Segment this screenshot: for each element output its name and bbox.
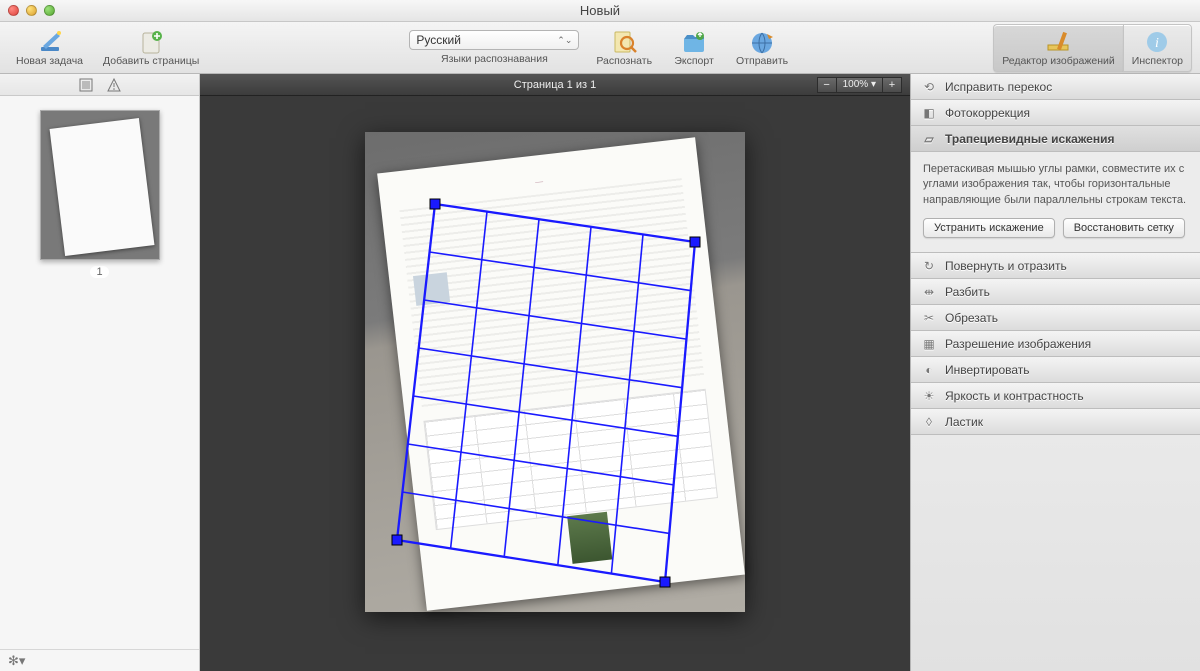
globe-send-icon xyxy=(749,29,775,55)
language-select[interactable]: Русский ⌃⌄ xyxy=(409,30,579,50)
gear-icon[interactable]: ✻▾ xyxy=(8,653,25,669)
language-selected: Русский xyxy=(416,33,461,47)
tool-resolution[interactable]: ▦ Разрешение изображения xyxy=(911,331,1200,357)
export-button[interactable]: Экспорт xyxy=(664,24,724,72)
ruler-pencil-icon xyxy=(1045,29,1071,55)
thumbnail-list: 1 xyxy=(0,96,199,649)
thumbnails-tab[interactable] xyxy=(78,77,94,93)
zoom-value[interactable]: 100% ▾ xyxy=(837,77,882,93)
trapezoid-panel-body: Перетаскивая мышью углы рамки, совместит… xyxy=(911,152,1200,253)
send-button[interactable]: Отправить xyxy=(728,24,796,72)
add-pages-label: Добавить страницы xyxy=(103,55,199,67)
image-viewer: Страница 1 из 1 − 100% ▾ + — xyxy=(200,74,910,671)
add-pages-button[interactable]: Добавить страницы xyxy=(95,24,207,72)
new-task-label: Новая задача xyxy=(16,55,83,67)
export-label: Экспорт xyxy=(674,55,713,67)
warnings-tab[interactable] xyxy=(106,77,122,93)
trapezoid-help-text: Перетаскивая мышью углы рамки, совместит… xyxy=(923,162,1188,208)
recognize-label: Распознать xyxy=(596,55,652,67)
inspector-toggle[interactable]: i Инспектор xyxy=(1123,24,1192,72)
folder-export-icon xyxy=(681,29,707,55)
tool-crop[interactable]: ✂ Обрезать xyxy=(911,305,1200,331)
language-group: Русский ⌃⌄ Языки распознавания xyxy=(404,30,584,65)
deskew-icon: ⟲ xyxy=(921,79,937,95)
eraser-icon: ◊ xyxy=(921,414,937,430)
brightness-icon: ☀ xyxy=(921,388,937,404)
main-area: 1 ✻▾ Страница 1 из 1 − 100% ▾ + — xyxy=(0,74,1200,671)
tool-eraser[interactable]: ◊ Ластик xyxy=(911,409,1200,435)
image-editor-toggle[interactable]: Редактор изображений xyxy=(993,24,1123,72)
window-titlebar: Новый xyxy=(0,0,1200,22)
svg-text:i: i xyxy=(1155,36,1159,51)
window-title: Новый xyxy=(0,3,1200,18)
canvas-area[interactable]: — xyxy=(200,96,910,671)
tool-invert[interactable]: ◐ Инвертировать xyxy=(911,357,1200,383)
chevron-updown-icon: ⌃⌄ xyxy=(557,35,572,46)
page-indicator: Страница 1 из 1 xyxy=(514,79,596,91)
tool-brightness-contrast[interactable]: ☀ Яркость и контрастность xyxy=(911,383,1200,409)
reset-grid-button[interactable]: Восстановить сетку xyxy=(1063,218,1185,238)
editor-tools-panel: ⟲ Исправить перекос ◧ Фотокоррекция ▱ Тр… xyxy=(910,74,1200,671)
main-toolbar: Новая задача Добавить страницы Русский ⌃… xyxy=(0,22,1200,74)
magnifier-page-icon xyxy=(611,29,637,55)
language-label: Языки распознавания xyxy=(441,53,548,65)
sidebar-view-tabs xyxy=(0,74,199,96)
image-editor-label: Редактор изображений xyxy=(1002,55,1115,67)
sidebar-footer: ✻▾ xyxy=(0,649,199,671)
info-icon: i xyxy=(1144,29,1170,55)
tool-rotate-flip[interactable]: ↻ Повернуть и отразить xyxy=(911,253,1200,279)
split-icon: ⇹ xyxy=(921,284,937,300)
zoom-out-button[interactable]: − xyxy=(817,77,837,93)
right-mode-segment: Редактор изображений i Инспектор xyxy=(993,24,1192,72)
panel-empty-area xyxy=(911,435,1200,671)
crop-icon: ✂ xyxy=(921,310,937,326)
page-thumbnail[interactable] xyxy=(40,110,160,260)
viewer-header: Страница 1 из 1 − 100% ▾ + xyxy=(200,74,910,96)
zoom-in-button[interactable]: + xyxy=(882,77,902,93)
add-page-icon xyxy=(138,29,164,55)
tool-trapezoid[interactable]: ▱ Трапециевидные искажения xyxy=(911,126,1200,152)
camera-icon: ◧ xyxy=(921,105,937,121)
trapezoid-icon: ▱ xyxy=(921,131,937,147)
thumbnail-number: 1 xyxy=(90,266,108,278)
page-preview: — xyxy=(365,132,745,612)
wand-icon xyxy=(37,29,63,55)
tool-deskew[interactable]: ⟲ Исправить перекос xyxy=(911,74,1200,100)
send-label: Отправить xyxy=(736,55,788,67)
resolution-icon: ▦ xyxy=(921,336,937,352)
new-task-button[interactable]: Новая задача xyxy=(8,24,91,72)
invert-icon: ◐ xyxy=(921,362,937,378)
pages-sidebar: 1 ✻▾ xyxy=(0,74,200,671)
tool-photo-correction[interactable]: ◧ Фотокоррекция xyxy=(911,100,1200,126)
recognize-button[interactable]: Распознать xyxy=(588,24,660,72)
tool-split[interactable]: ⇹ Разбить xyxy=(911,279,1200,305)
apply-distortion-button[interactable]: Устранить искажение xyxy=(923,218,1055,238)
rotate-icon: ↻ xyxy=(921,258,937,274)
zoom-control: − 100% ▾ + xyxy=(817,77,902,93)
inspector-label: Инспектор xyxy=(1132,55,1183,67)
